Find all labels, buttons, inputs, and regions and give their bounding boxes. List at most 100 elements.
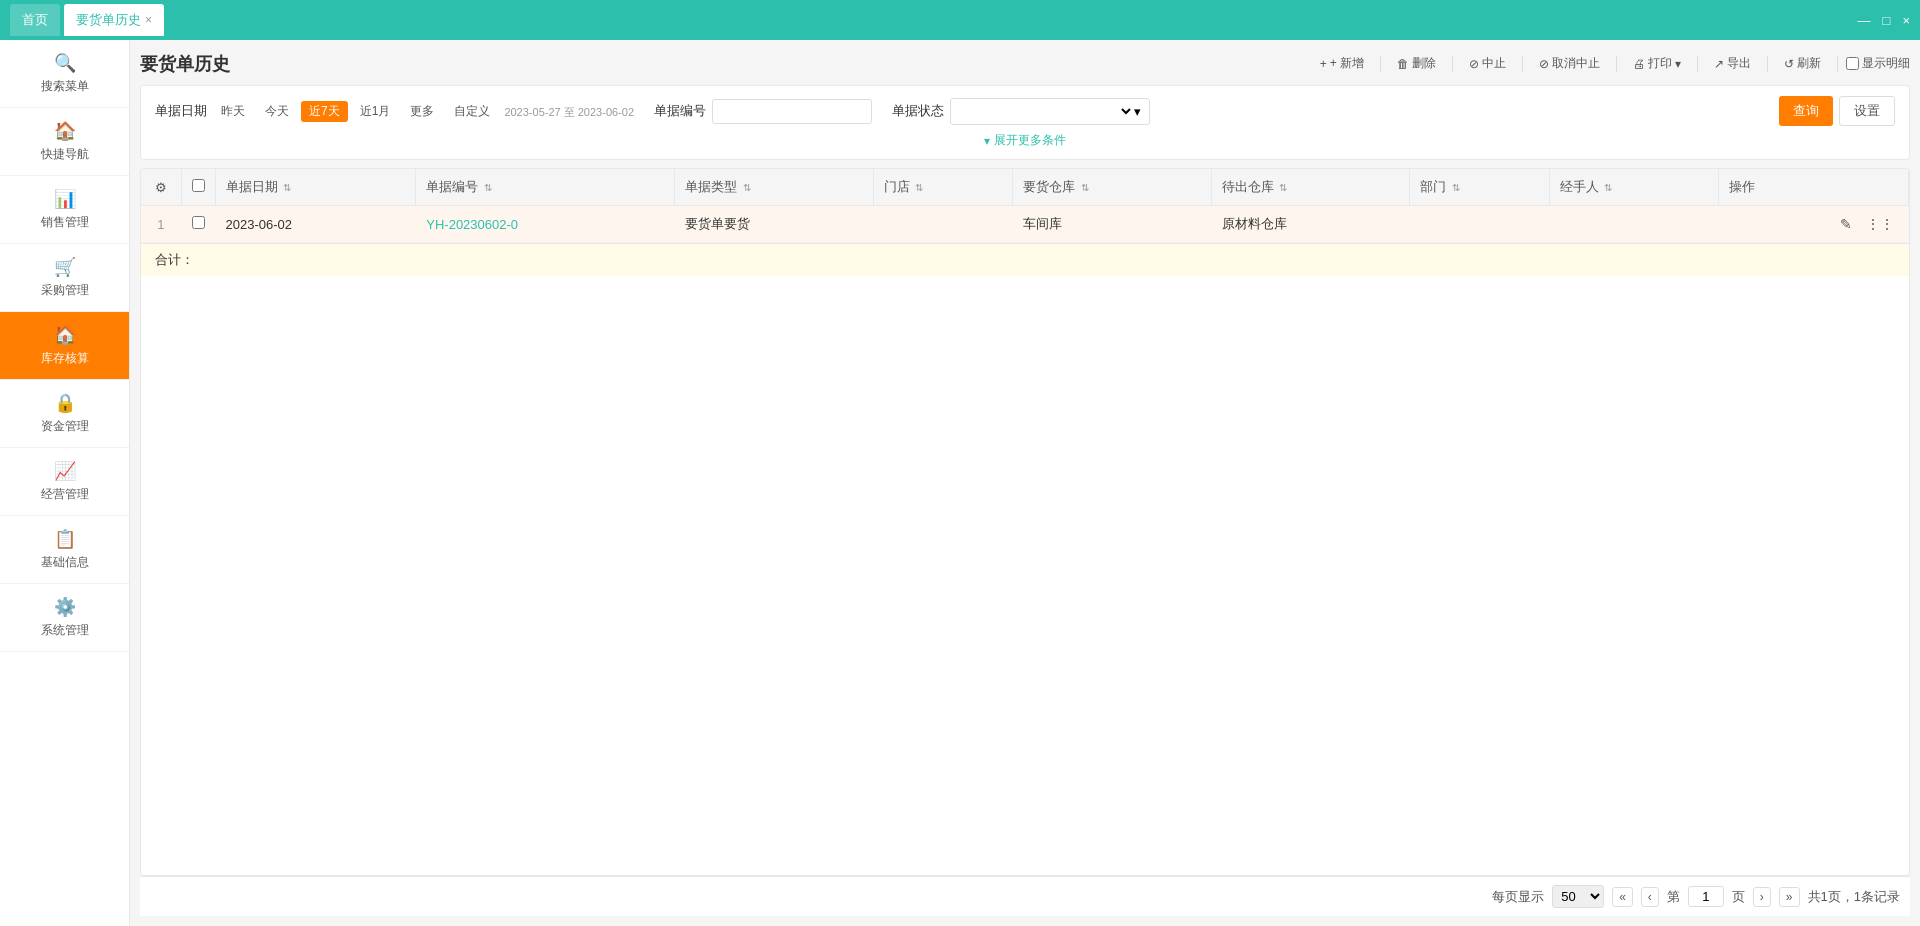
col-date-label: 单据日期 [226, 179, 278, 194]
display-detail-input[interactable] [1846, 57, 1859, 70]
col-pending-warehouse[interactable]: 待出仓库 ⇅ [1211, 169, 1410, 206]
sidebar-item-label: 搜索菜单 [41, 78, 89, 95]
status-select[interactable]: 已审核 未审核 已中止 [959, 103, 1134, 120]
row-bill-no[interactable]: YH-20230602-0 [416, 206, 675, 243]
sort-icon: ⇅ [1279, 182, 1287, 193]
pagination-bar: 每页显示 50 10 20 100 « ‹ 第 页 › » 共1页，1条记录 [140, 876, 1910, 916]
search-menu-icon: 🔍 [54, 52, 76, 74]
sidebar-item-system-mgmt[interactable]: ⚙️ 系统管理 [0, 584, 129, 652]
status-label: 单据状态 [892, 102, 944, 120]
add-button[interactable]: + + 新增 [1312, 50, 1372, 77]
refresh-button[interactable]: ↺ 刷新 [1776, 50, 1829, 77]
close-btn[interactable]: × [1902, 13, 1910, 28]
basic-info-icon: 📋 [54, 528, 76, 550]
settings-button[interactable]: 设置 [1839, 96, 1895, 126]
bill-no-input[interactable] [712, 99, 872, 124]
last1month-btn[interactable]: 近1月 [352, 101, 399, 122]
custom-btn[interactable]: 自定义 [446, 101, 498, 122]
minimize-btn[interactable]: — [1858, 13, 1871, 28]
expand-more-btn[interactable]: ▾ 展开更多条件 [155, 132, 1895, 149]
print-button[interactable]: 🖨 打印 ▾ [1625, 50, 1689, 77]
col-checkbox[interactable] [181, 169, 215, 206]
chevron-down-icon: ▾ [1134, 104, 1141, 119]
sidebar-item-purchase-mgmt[interactable]: 🛒 采购管理 [0, 244, 129, 312]
last7days-btn[interactable]: 近7天 [301, 101, 348, 122]
status-filter-group: 单据状态 已审核 未审核 已中止 ▾ [892, 98, 1150, 125]
col-req-warehouse-label: 要货仓库 [1023, 179, 1075, 194]
edit-action-icon[interactable]: ✎ [1836, 214, 1856, 234]
table-container: ⚙ 单据日期 ⇅ 单据编号 ⇅ 单据类型 [140, 168, 1910, 876]
last-page-btn[interactable]: » [1779, 887, 1800, 907]
row-pending-warehouse: 原材料仓库 [1211, 206, 1410, 243]
row-checkbox[interactable] [192, 216, 205, 229]
row-actions: ✎ ⋮⋮ [1718, 206, 1909, 243]
tab-requisition-history[interactable]: 要货单历史 × [64, 4, 164, 36]
maximize-btn[interactable]: □ [1883, 13, 1891, 28]
bill-no-label: 单据编号 [654, 102, 706, 120]
page-prefix-label: 第 [1667, 888, 1680, 906]
prev-page-btn[interactable]: ‹ [1641, 887, 1659, 907]
sidebar-item-label: 资金管理 [41, 418, 89, 435]
select-all-checkbox[interactable] [192, 179, 205, 192]
sidebar-item-quick-nav[interactable]: 🏠 快捷导航 [0, 108, 129, 176]
tab-home[interactable]: 首页 [10, 4, 60, 36]
sales-mgmt-icon: 📊 [54, 188, 76, 210]
query-button[interactable]: 查询 [1779, 96, 1833, 126]
finance-mgmt-icon: 🔒 [54, 392, 76, 414]
row-store [873, 206, 1012, 243]
export-button[interactable]: ↗ 导出 [1706, 50, 1759, 77]
col-handler[interactable]: 经手人 ⇅ [1549, 169, 1718, 206]
col-store[interactable]: 门店 ⇅ [873, 169, 1012, 206]
export-label: 导出 [1727, 55, 1751, 72]
more-btn[interactable]: 更多 [402, 101, 442, 122]
col-dept[interactable]: 部门 ⇅ [1410, 169, 1549, 206]
row-bill-type: 要货单要货 [675, 206, 874, 243]
next-page-btn[interactable]: › [1753, 887, 1771, 907]
row-date: 2023-06-02 [215, 206, 416, 243]
first-page-btn[interactable]: « [1612, 887, 1633, 907]
sidebar-item-sales-mgmt[interactable]: 📊 销售管理 [0, 176, 129, 244]
col-bill-no[interactable]: 单据编号 ⇅ [416, 169, 675, 206]
bill-no-link[interactable]: YH-20230602-0 [426, 217, 518, 232]
print-icon: 🖨 [1633, 57, 1645, 71]
col-date[interactable]: 单据日期 ⇅ [215, 169, 416, 206]
sidebar-item-label: 库存核算 [41, 350, 89, 367]
sidebar-item-operations-mgmt[interactable]: 📈 经营管理 [0, 448, 129, 516]
table-header-row: ⚙ 单据日期 ⇅ 单据编号 ⇅ 单据类型 [141, 169, 1909, 206]
sidebar-item-inventory[interactable]: 🏠 库存核算 [0, 312, 129, 380]
date-quick-btns: 昨天 今天 近7天 近1月 更多 自定义 [213, 101, 498, 122]
sidebar-item-label: 快捷导航 [41, 146, 89, 163]
col-settings[interactable]: ⚙ [141, 169, 181, 206]
page-header: 要货单历史 + + 新增 🗑 删除 ⊘ 中止 ⊘ [140, 50, 1910, 77]
export-icon: ↗ [1714, 57, 1724, 71]
date-filter-label: 单据日期 [155, 102, 207, 120]
delete-button[interactable]: 🗑 删除 [1389, 50, 1444, 77]
print-dropdown-icon: ▾ [1675, 57, 1681, 71]
system-mgmt-icon: ⚙️ [54, 596, 76, 618]
tab-home-label: 首页 [22, 11, 48, 29]
col-req-warehouse[interactable]: 要货仓库 ⇅ [1012, 169, 1211, 206]
separator [1837, 56, 1838, 72]
sidebar-item-search-menu[interactable]: 🔍 搜索菜单 [0, 40, 129, 108]
col-bill-type[interactable]: 单据类型 ⇅ [675, 169, 874, 206]
status-select-wrapper[interactable]: 已审核 未审核 已中止 ▾ [950, 98, 1150, 125]
cancel-stop-button[interactable]: ⊘ 取消中止 [1531, 50, 1608, 77]
tab-close-icon[interactable]: × [145, 13, 152, 27]
delete-label: 删除 [1412, 55, 1436, 72]
quick-nav-icon: 🏠 [54, 120, 76, 142]
yesterday-btn[interactable]: 昨天 [213, 101, 253, 122]
cancel-stop-icon: ⊘ [1539, 57, 1549, 71]
current-page-input[interactable] [1688, 886, 1724, 907]
sidebar-item-basic-info[interactable]: 📋 基础信息 [0, 516, 129, 584]
today-btn[interactable]: 今天 [257, 101, 297, 122]
col-handler-label: 经手人 [1560, 179, 1599, 194]
stop-button[interactable]: ⊘ 中止 [1461, 50, 1514, 77]
separator [1616, 56, 1617, 72]
delete-icon: 🗑 [1397, 57, 1409, 71]
more-action-icon[interactable]: ⋮⋮ [1862, 214, 1898, 234]
per-page-select[interactable]: 50 10 20 100 [1552, 885, 1604, 908]
date-range-display: 2023-05-27 至 2023-06-02 [504, 105, 634, 120]
sidebar-item-finance-mgmt[interactable]: 🔒 资金管理 [0, 380, 129, 448]
row-checkbox-cell[interactable] [181, 206, 215, 243]
display-detail-checkbox[interactable]: 显示明细 [1846, 55, 1910, 72]
